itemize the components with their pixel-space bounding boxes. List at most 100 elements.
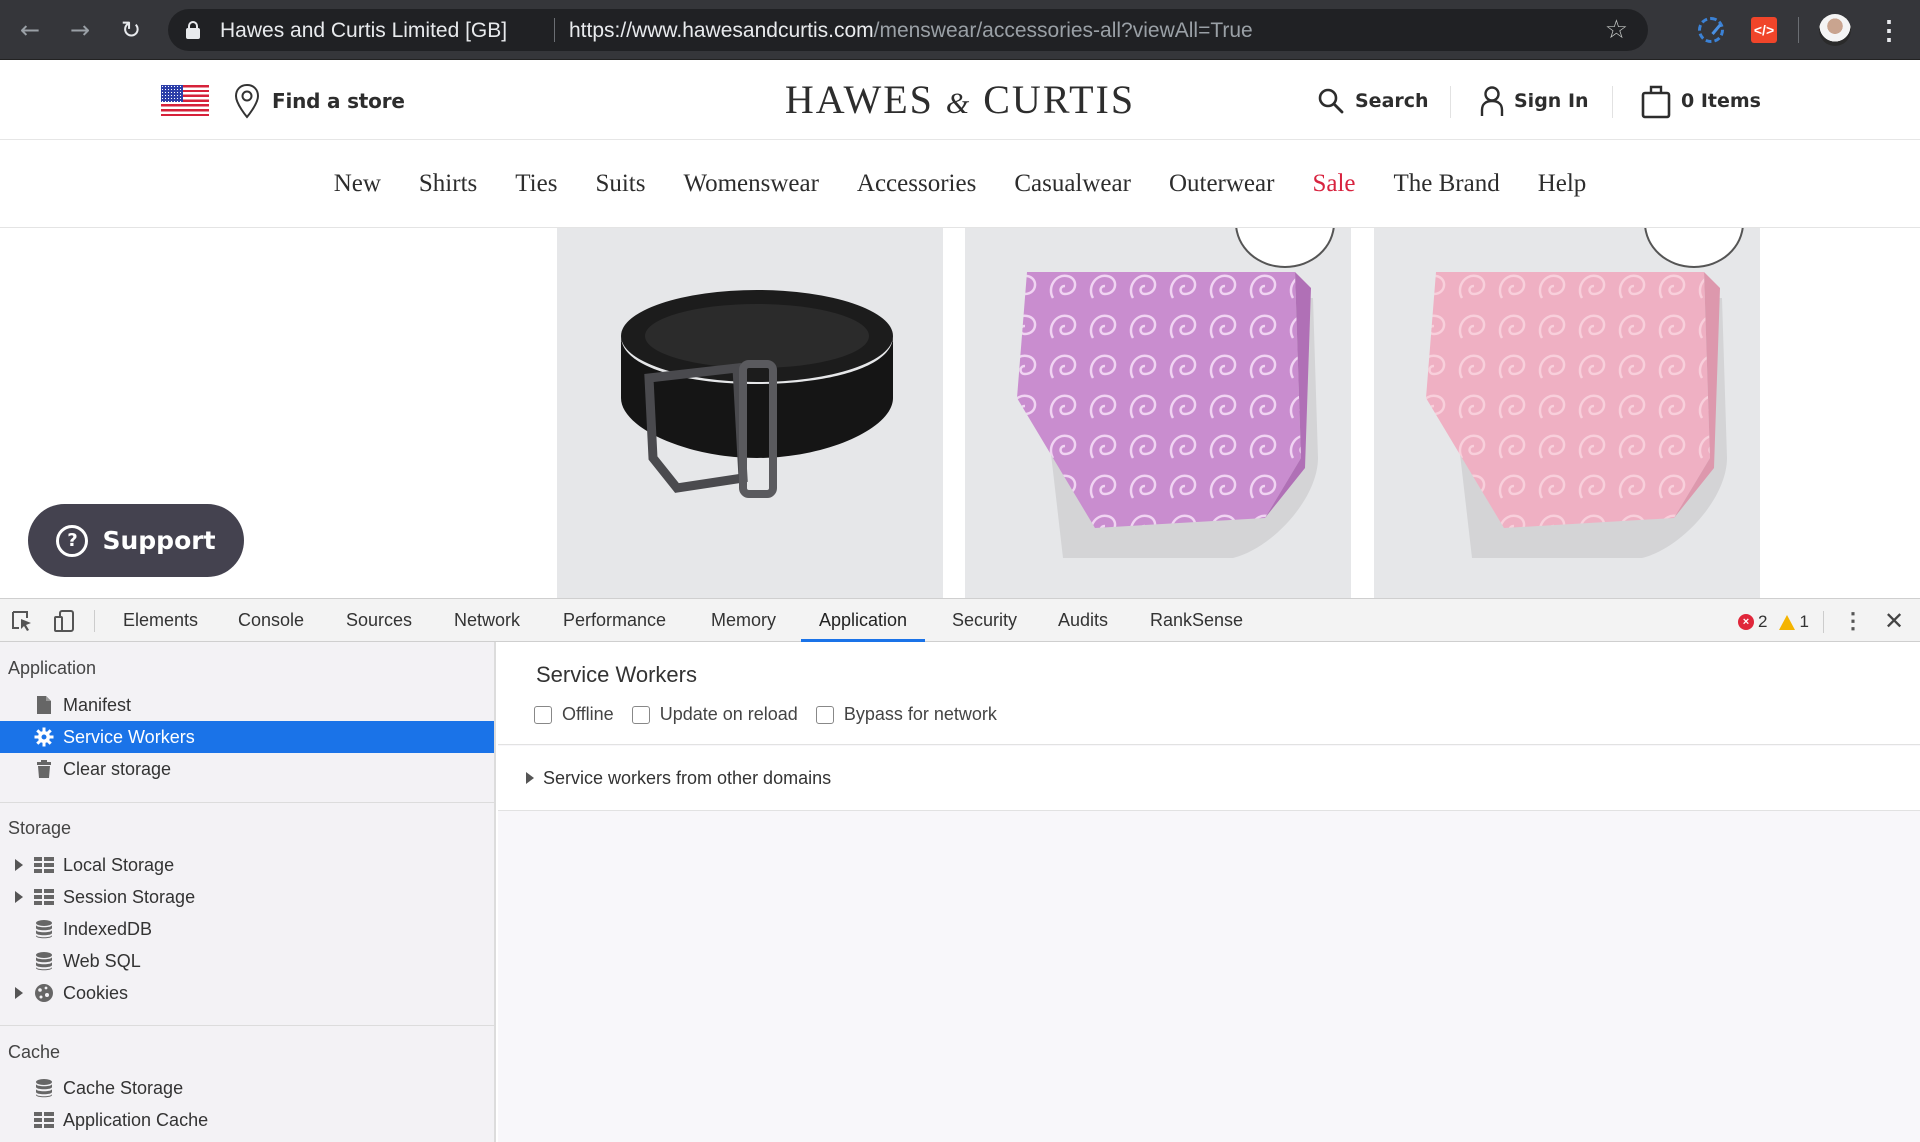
sign-in-label: Sign In (1514, 90, 1589, 112)
forward-button[interactable]: → (64, 14, 96, 46)
nav-the-brand[interactable]: The Brand (1393, 170, 1499, 198)
nav-accessories[interactable]: Accessories (857, 170, 976, 198)
site-identity[interactable]: Hawes and Curtis Limited [GB] (220, 19, 507, 43)
nav-suits[interactable]: Suits (595, 170, 645, 198)
product-card-pink-tie[interactable] (1374, 228, 1760, 598)
devtools-sidebar: Application Manifest Service Workers Cle… (0, 642, 496, 1142)
page-speed-extension-icon[interactable] (1698, 17, 1724, 43)
expand-arrow-icon[interactable] (15, 859, 23, 871)
user-icon (1480, 86, 1504, 116)
tab-elements[interactable]: Elements (105, 599, 216, 642)
cart-button[interactable]: 0 Items (1641, 82, 1761, 120)
expand-arrow-icon[interactable] (526, 772, 534, 784)
device-toolbar-icon[interactable] (52, 609, 76, 633)
belt-image (621, 290, 893, 498)
cookie-icon (35, 984, 53, 1002)
arrow-right-icon: → (69, 16, 91, 44)
search-label: Search (1355, 90, 1429, 112)
service-workers-panel: Service Workers Offline Update on reload… (498, 642, 1920, 1142)
pink-tie-image (1426, 272, 1727, 558)
update-on-reload-option[interactable]: Update on reload (631, 704, 798, 725)
bypass-for-network-option[interactable]: Bypass for network (815, 704, 997, 725)
grid-icon (34, 889, 54, 905)
warning-count: 1 (1799, 612, 1809, 631)
console-status[interactable]: × 2 1 (1738, 611, 1824, 633)
offline-option[interactable]: Offline (534, 704, 614, 725)
sidebar-item-cookies[interactable]: Cookies (0, 977, 494, 1009)
devtools-menu-icon[interactable]: ⋮ (1842, 607, 1864, 635)
nav-casualwear[interactable]: Casualwear (1014, 170, 1131, 198)
error-icon: × (1738, 614, 1754, 630)
toolbar-divider (94, 610, 95, 632)
address-bar[interactable]: Hawes and Curtis Limited [GB] https://ww… (168, 9, 1648, 51)
site-header: Find a store HAWES & CURTIS Search Sign … (0, 60, 1920, 140)
tab-audits[interactable]: Audits (1040, 599, 1126, 642)
search-button[interactable]: Search (1317, 82, 1429, 120)
nav-outerwear[interactable]: Outerwear (1169, 170, 1275, 198)
section-cache: Cache (8, 1042, 61, 1062)
sidebar-item-session-storage[interactable]: Session Storage (0, 881, 494, 913)
section-storage: Storage (8, 818, 72, 838)
sidebar-item-indexeddb[interactable]: IndexedDB (0, 913, 494, 945)
other-domains-section[interactable]: Service workers from other domains (498, 746, 1920, 811)
error-count: 2 (1758, 612, 1768, 631)
address-divider (554, 18, 555, 42)
expand-arrow-icon[interactable] (15, 891, 23, 903)
section-divider (0, 802, 494, 803)
tab-ranksense[interactable]: RankSense (1132, 599, 1261, 642)
sidebar-item-application-cache[interactable]: Application Cache (0, 1104, 494, 1136)
tab-application[interactable]: Application (801, 599, 926, 642)
bypass-for-network-checkbox[interactable] (815, 705, 834, 724)
tab-network[interactable]: Network (436, 599, 538, 642)
service-worker-options: Offline Update on reload Bypass for netw… (534, 704, 1015, 725)
tab-sources[interactable]: Sources (328, 599, 430, 642)
sidebar-item-web-sql[interactable]: Web SQL (0, 945, 494, 977)
shopping-bag-icon (1641, 85, 1671, 119)
gear-icon (34, 727, 54, 747)
tab-performance[interactable]: Performance (545, 599, 684, 642)
code-extension-icon[interactable]: </> (1751, 17, 1777, 43)
offline-checkbox[interactable] (534, 705, 552, 724)
nav-new[interactable]: New (334, 170, 381, 198)
trash-icon (37, 760, 51, 778)
inspect-element-icon[interactable] (10, 609, 34, 633)
grid-icon (34, 1112, 54, 1128)
support-button[interactable]: ? Support (28, 504, 244, 577)
expand-arrow-icon[interactable] (15, 987, 23, 999)
bookmark-star-icon[interactable]: ☆ (1605, 15, 1628, 45)
nav-ties[interactable]: Ties (515, 170, 557, 198)
product-card-belt[interactable] (557, 228, 943, 598)
arrow-left-icon: ← (19, 16, 41, 44)
sidebar-item-service-workers[interactable]: Service Workers (0, 721, 494, 753)
close-devtools-icon[interactable]: ✕ (1882, 607, 1906, 635)
sidebar-item-manifest[interactable]: Manifest (0, 689, 494, 721)
database-icon (36, 952, 52, 971)
sidebar-item-local-storage[interactable]: Local Storage (0, 849, 494, 881)
browser-menu-icon[interactable]: ⋮ (1876, 14, 1902, 46)
site-logo[interactable]: HAWES & CURTIS (0, 76, 1920, 123)
section-application: Application (8, 658, 97, 678)
product-card-lilac-tie[interactable] (965, 228, 1351, 598)
nav-womenswear[interactable]: Womenswear (683, 170, 818, 198)
sidebar-item-clear-storage[interactable]: Clear storage (0, 753, 494, 785)
tab-memory[interactable]: Memory (693, 599, 794, 642)
tab-console[interactable]: Console (220, 599, 322, 642)
section-divider (0, 1025, 494, 1026)
database-icon (36, 1079, 52, 1098)
sidebar-item-cache-storage[interactable]: Cache Storage (0, 1072, 494, 1104)
database-icon (36, 920, 52, 939)
sign-in-button[interactable]: Sign In (1480, 82, 1589, 120)
tab-security[interactable]: Security (934, 599, 1035, 642)
header-divider (1450, 86, 1451, 118)
devtools-tab-bar: Elements Console Sources Network Perform… (0, 598, 1920, 642)
nav-help[interactable]: Help (1538, 170, 1587, 198)
nav-shirts[interactable]: Shirts (419, 170, 477, 198)
reload-button[interactable]: ↻ (115, 14, 147, 46)
update-on-reload-checkbox[interactable] (631, 705, 650, 724)
profile-avatar[interactable] (1819, 14, 1851, 46)
header-divider (1612, 86, 1613, 118)
service-workers-header: Service Workers Offline Update on reload… (498, 642, 1920, 745)
url-text[interactable]: https://www.hawesandcurtis.com/menswear/… (569, 19, 1253, 43)
back-button[interactable]: ← (14, 14, 46, 46)
nav-sale[interactable]: Sale (1312, 170, 1355, 198)
